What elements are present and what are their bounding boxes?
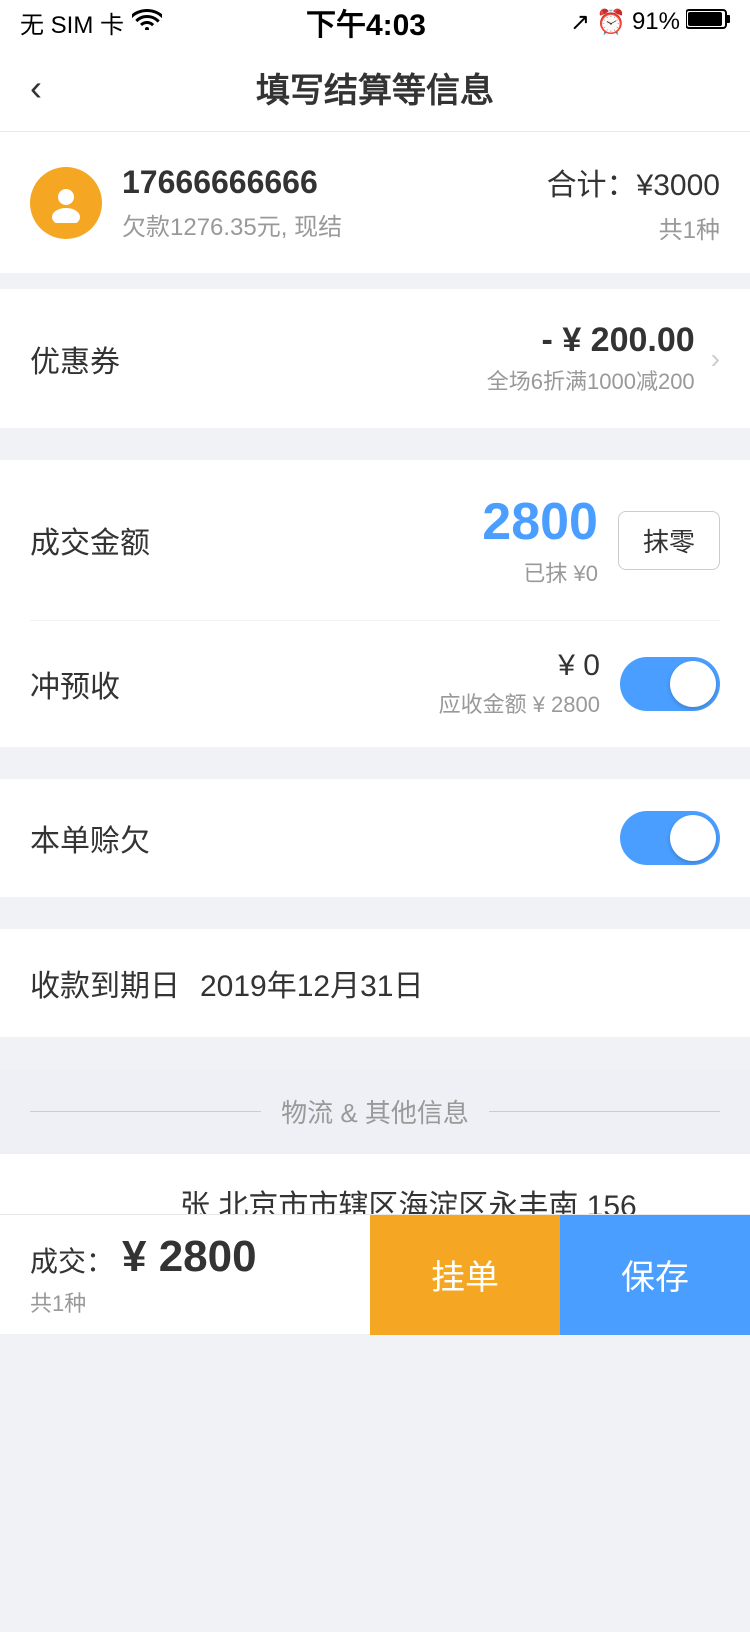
customer-debt: 欠款1276.35元, 现结 [122, 207, 342, 242]
amount-erased: 已抹 ¥0 [482, 556, 598, 588]
deal-count: 共1种 [30, 1286, 340, 1318]
due-date-row: 收款到期日 2019年12月31日 [30, 929, 720, 1037]
due-date-section: 收款到期日 2019年12月31日 [0, 929, 750, 1037]
sim-status: 无 SIM 卡 [20, 5, 124, 40]
status-left: 无 SIM 卡 [20, 5, 162, 40]
coupon-right: - ¥ 200.00 全场6折满1000减200 › [487, 321, 720, 396]
amount-section: 成交金额 2800 已抹 ¥0 抹零 冲预收 ¥ 0 应收金额 ¥ 2800 [0, 460, 750, 747]
nav-title: 填写结算等信息 [256, 63, 494, 112]
arrears-toggle[interactable] [620, 811, 720, 865]
amount-label: 成交金额 [30, 518, 150, 562]
amount-row: 成交金额 2800 已抹 ¥0 抹零 [30, 460, 720, 621]
save-button[interactable]: 保存 [560, 1215, 750, 1335]
logistics-divider: 物流 & 其他信息 [0, 1069, 750, 1154]
due-date-label: 收款到期日 [30, 961, 180, 1005]
arrears-label: 本单赊欠 [30, 816, 150, 860]
customer-total: 合计：¥3000 [547, 160, 720, 204]
coupon-row[interactable]: 优惠券 - ¥ 200.00 全场6折满1000减200 › [30, 289, 720, 428]
prepaid-row: 冲预收 ¥ 0 应收金额 ¥ 2800 [30, 621, 720, 747]
location-icon: ↗ [570, 8, 590, 37]
customer-left: 17666666666 欠款1276.35元, 现结 [30, 164, 342, 242]
prepaid-right: ¥ 0 应收金额 ¥ 2800 [439, 649, 720, 719]
battery-percent: 91% [632, 8, 680, 36]
status-right: ↗ ⏰ 91% [570, 8, 730, 37]
bottom-deal: 成交： ¥ 2800 [30, 1232, 340, 1282]
coupon-label: 优惠券 [30, 337, 120, 381]
logistics-label: 物流 & 其他信息 [281, 1093, 469, 1130]
divider-4 [0, 1037, 750, 1053]
prepaid-receivable: 应收金额 ¥ 2800 [439, 687, 600, 719]
divider-line-left [30, 1111, 261, 1112]
divider-1 [0, 428, 750, 444]
divider-3 [0, 897, 750, 913]
divider-line-right [489, 1111, 720, 1112]
bottom-summary: 成交： ¥ 2800 共1种 [0, 1232, 370, 1318]
alarm-icon: ⏰ [596, 8, 626, 37]
amount-value: 2800 [482, 492, 598, 552]
divider-2 [0, 747, 750, 763]
bottom-bar: 成交： ¥ 2800 共1种 挂单 保存 [0, 1214, 750, 1334]
customer-phone: 17666666666 [122, 164, 342, 201]
content: 17666666666 欠款1276.35元, 现结 合计：¥3000 共1种 … [0, 132, 750, 1632]
status-time: 下午4:03 [306, 0, 426, 44]
prepaid-toggle[interactable] [620, 657, 720, 711]
amount-value-block: 2800 已抹 ¥0 [482, 492, 598, 588]
coupon-value-block: - ¥ 200.00 全场6折满1000减200 [487, 321, 695, 396]
hang-order-button[interactable]: 挂单 [370, 1215, 560, 1335]
arrears-section: 本单赊欠 [0, 779, 750, 897]
coupon-chevron-icon: › [711, 343, 720, 375]
customer-right: 合计：¥3000 共1种 [547, 160, 720, 245]
coupon-section: 优惠券 - ¥ 200.00 全场6折满1000减200 › [0, 289, 750, 428]
customer-info: 17666666666 欠款1276.35元, 现结 [122, 164, 342, 242]
amount-right: 2800 已抹 ¥0 抹零 [482, 492, 720, 588]
due-date-value: 2019年12月31日 [200, 961, 423, 1005]
coupon-description: 全场6折满1000减200 [487, 364, 695, 396]
avatar [30, 167, 102, 239]
customer-count: 共1种 [547, 210, 720, 245]
round-off-button[interactable]: 抹零 [618, 511, 720, 570]
wifi-icon [132, 8, 162, 37]
status-bar: 无 SIM 卡 下午4:03 ↗ ⏰ 91% [0, 0, 750, 44]
customer-card: 17666666666 欠款1276.35元, 现结 合计：¥3000 共1种 [0, 132, 750, 273]
prepaid-amount: ¥ 0 [439, 649, 600, 683]
back-button[interactable]: ‹ [30, 67, 42, 109]
deal-label: 成交： [30, 1240, 114, 1280]
prepaid-label: 冲预收 [30, 662, 120, 706]
arrears-row: 本单赊欠 [30, 779, 720, 897]
deal-amount: ¥ 2800 [122, 1232, 257, 1282]
coupon-discount: - ¥ 200.00 [487, 321, 695, 360]
nav-bar: ‹ 填写结算等信息 [0, 44, 750, 132]
prepaid-value-block: ¥ 0 应收金额 ¥ 2800 [439, 649, 600, 719]
battery-icon [686, 8, 730, 37]
